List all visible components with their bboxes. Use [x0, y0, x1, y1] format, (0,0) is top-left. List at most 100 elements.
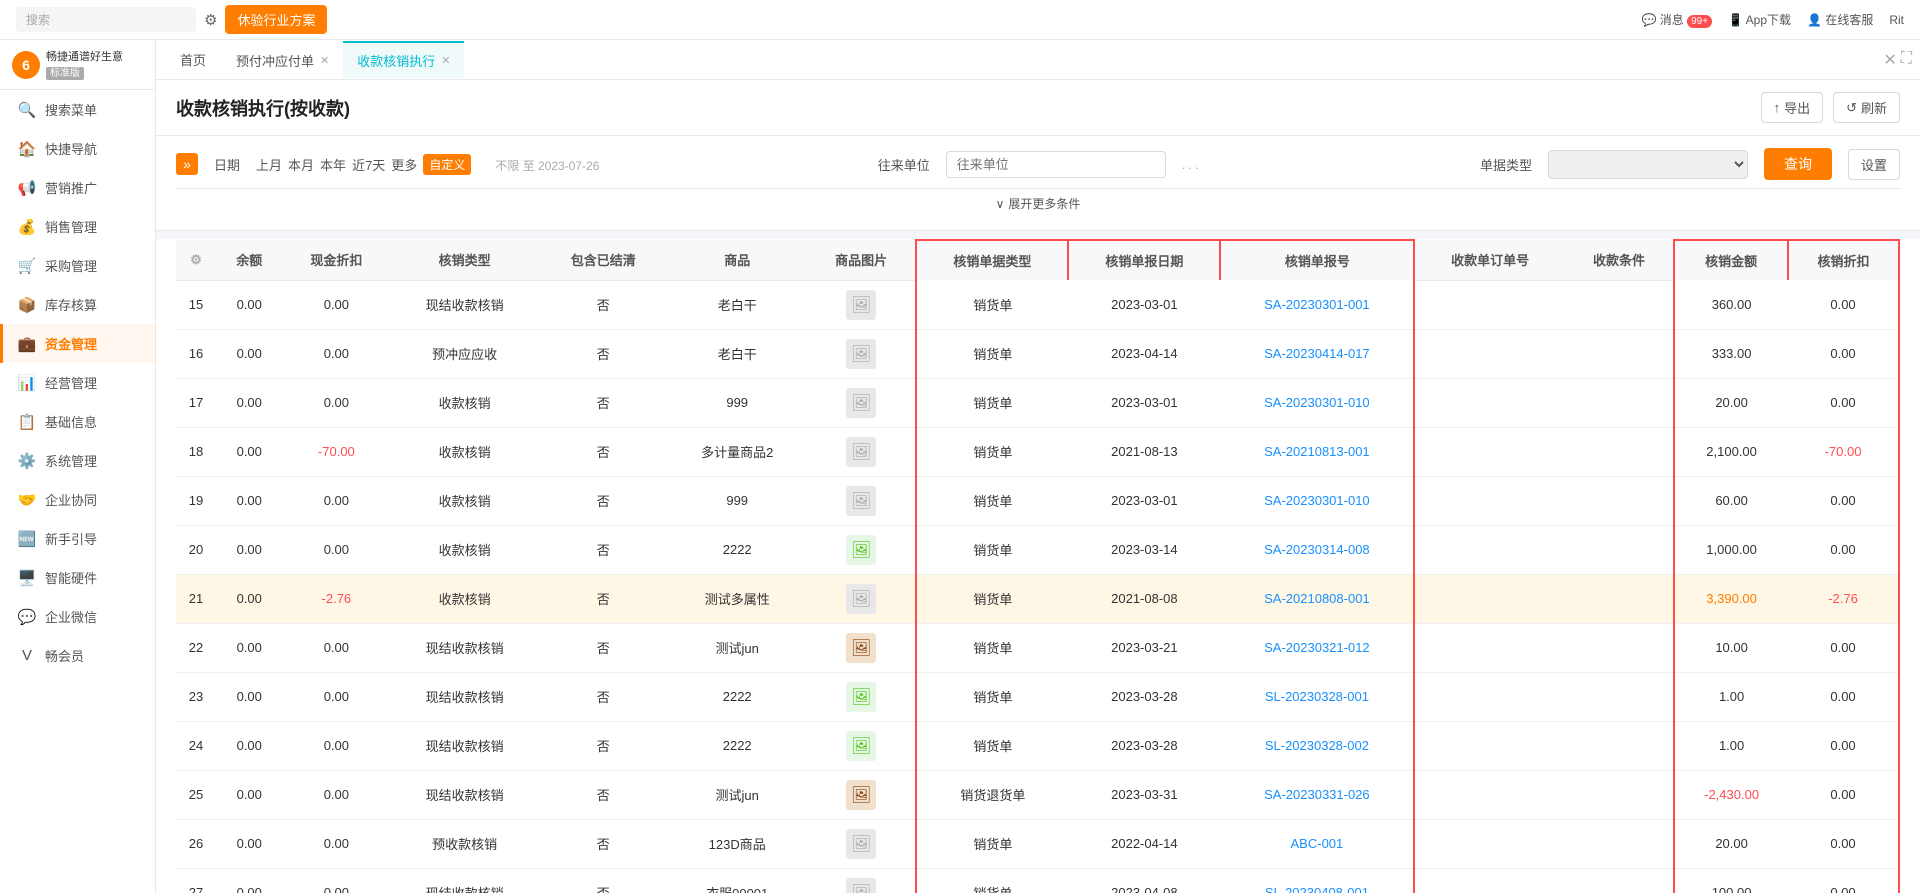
- query-button[interactable]: 查询: [1764, 148, 1832, 180]
- filter-expand-button[interactable]: »: [176, 153, 198, 175]
- notification-item[interactable]: 💬 消息 99+: [1641, 11, 1712, 28]
- date-opt-more[interactable]: 更多: [391, 155, 417, 174]
- row-verify-bill-no[interactable]: SL-20230328-002: [1220, 721, 1414, 770]
- table-row: 150.000.00现结收款核销否老白干🖼销货单2023-03-01SA-202…: [176, 280, 1899, 329]
- tab-close-all-icon[interactable]: ✕: [1883, 50, 1896, 70]
- bill-no-link[interactable]: SA-20210808-001: [1264, 591, 1370, 606]
- app-download-item[interactable]: 📱 App下载: [1728, 11, 1791, 28]
- notification-badge: 99+: [1687, 15, 1712, 28]
- date-opt-custom[interactable]: 自定义: [423, 154, 471, 175]
- purchase-icon: 🛒: [17, 257, 37, 275]
- settings-icon[interactable]: ⚙: [204, 11, 217, 29]
- sidebar-item-hardware[interactable]: 🖥️ 智能硬件: [0, 558, 155, 597]
- tab-verify-close[interactable]: ✕: [441, 54, 450, 67]
- row-cash-discount: 0.00: [283, 819, 391, 868]
- row-verify-bill-no[interactable]: SA-20230301-010: [1220, 476, 1414, 525]
- th-product-image: 商品图片: [807, 240, 916, 280]
- bill-no-link[interactable]: SA-20230301-010: [1264, 493, 1370, 508]
- refresh-button[interactable]: ↺ 刷新: [1833, 92, 1900, 123]
- expand-more-btn[interactable]: ∨ 展开更多条件: [176, 188, 1900, 218]
- row-verify-type: 收款核销: [390, 476, 539, 525]
- product-image-icon: 🖼: [846, 388, 876, 418]
- sidebar-item-inventory[interactable]: 📦 库存核算: [0, 285, 155, 324]
- sidebar-item-enterprise[interactable]: 🤝 企业协同: [0, 480, 155, 519]
- sidebar-item-wechat[interactable]: 💬 企业微信: [0, 597, 155, 636]
- sidebar-item-marketing[interactable]: 📢 营销推广: [0, 168, 155, 207]
- row-receipt-terms: [1565, 623, 1674, 672]
- product-image-icon: 🖼: [846, 437, 876, 467]
- sidebar-item-vip[interactable]: V 畅会员: [0, 636, 155, 675]
- online-service-item[interactable]: 👤 在线客服: [1807, 11, 1873, 28]
- sidebar-item-purchase[interactable]: 🛒 采购管理: [0, 246, 155, 285]
- bill-no-link[interactable]: SA-20230321-012: [1264, 640, 1370, 655]
- table-row: 240.000.00现结收款核销否2222🖼销货单2023-03-28SL-20…: [176, 721, 1899, 770]
- date-opt-this-year[interactable]: 本年: [320, 155, 346, 174]
- tab-bar-right: ✕ ⛶: [1883, 50, 1912, 70]
- row-receipt-order-no: [1414, 623, 1564, 672]
- bill-no-link[interactable]: SA-20230414-017: [1264, 346, 1370, 361]
- row-verify-bill-no[interactable]: SA-20230321-012: [1220, 623, 1414, 672]
- row-cash-discount: 0.00: [283, 721, 391, 770]
- search-box[interactable]: 搜索: [16, 7, 196, 32]
- industry-btn[interactable]: 休验行业方案: [225, 5, 327, 34]
- sidebar-item-search[interactable]: 🔍 搜索菜单: [0, 90, 155, 129]
- home-icon: 🏠: [17, 140, 37, 158]
- sidebar-item-shortcut[interactable]: 🏠 快捷导航: [0, 129, 155, 168]
- sidebar-item-sales[interactable]: 💰 销售管理: [0, 207, 155, 246]
- row-no: 21: [176, 574, 216, 623]
- date-opt-last-month[interactable]: 上月: [256, 155, 282, 174]
- row-verify-bill-no[interactable]: SA-20230301-010: [1220, 378, 1414, 427]
- from-unit-input[interactable]: [946, 151, 1166, 178]
- row-verify-bill-no[interactable]: SA-20230314-008: [1220, 525, 1414, 574]
- bill-no-link[interactable]: SA-20230331-026: [1264, 787, 1370, 802]
- row-balance: 0.00: [216, 280, 283, 329]
- table-row: 200.000.00收款核销否2222🖼销货单2023-03-14SA-2023…: [176, 525, 1899, 574]
- settings-button[interactable]: 设置: [1848, 149, 1900, 180]
- user-label: Rit: [1889, 13, 1904, 27]
- row-verify-bill-no[interactable]: SA-20210808-001: [1220, 574, 1414, 623]
- row-cash-discount: -70.00: [283, 427, 391, 476]
- bill-no-link[interactable]: SL-20230408-001: [1265, 885, 1369, 893]
- row-verify-bill-no[interactable]: ABC-001: [1220, 819, 1414, 868]
- row-product-image: 🖼: [807, 770, 916, 819]
- bill-no-link[interactable]: SA-20210813-001: [1264, 444, 1370, 459]
- row-verify-bill-type: 销货单: [916, 525, 1068, 574]
- row-verify-bill-no[interactable]: SL-20230328-001: [1220, 672, 1414, 721]
- row-verify-discount: 0.00: [1788, 525, 1899, 574]
- row-verify-bill-no[interactable]: SA-20230301-001: [1220, 280, 1414, 329]
- product-image-icon: 🖼: [846, 584, 876, 614]
- search-placeholder: 搜索: [26, 13, 50, 27]
- row-receipt-terms: [1565, 280, 1674, 329]
- row-verify-bill-no[interactable]: SA-20210813-001: [1220, 427, 1414, 476]
- sidebar-item-finance[interactable]: 💼 资金管理: [0, 324, 155, 363]
- sidebar-item-business[interactable]: 📊 经营管理: [0, 363, 155, 402]
- refresh-icon: ↺: [1846, 100, 1857, 116]
- row-verify-bill-no[interactable]: SA-20230414-017: [1220, 329, 1414, 378]
- bill-no-link[interactable]: SL-20230328-001: [1265, 689, 1369, 704]
- tab-prepay[interactable]: 预付冲应付单 ✕: [222, 41, 343, 78]
- bill-no-link[interactable]: SA-20230314-008: [1264, 542, 1370, 557]
- tab-prepay-close[interactable]: ✕: [320, 54, 329, 67]
- tab-restore-icon[interactable]: ⛶: [1901, 50, 1912, 70]
- sidebar-item-system[interactable]: ⚙️ 系统管理: [0, 441, 155, 480]
- row-verify-type: 收款核销: [390, 525, 539, 574]
- row-verify-bill-no[interactable]: SA-20230331-026: [1220, 770, 1414, 819]
- row-receipt-terms: [1565, 427, 1674, 476]
- bill-no-link[interactable]: SA-20230301-010: [1264, 395, 1370, 410]
- tab-verify[interactable]: 收款核销执行 ✕: [343, 41, 464, 78]
- bill-no-link[interactable]: ABC-001: [1291, 836, 1344, 851]
- bill-no-link[interactable]: SA-20230301-001: [1264, 297, 1370, 312]
- row-verify-type: 现结收款核销: [390, 868, 539, 893]
- row-verify-bill-no[interactable]: SL-20230408-001: [1220, 868, 1414, 893]
- bill-no-link[interactable]: SL-20230328-002: [1265, 738, 1369, 753]
- sidebar-item-basic[interactable]: 📋 基础信息: [0, 402, 155, 441]
- tab-home[interactable]: 首页: [164, 42, 222, 77]
- date-opt-this-month[interactable]: 本月: [288, 155, 314, 174]
- date-opt-7days[interactable]: 近7天: [352, 155, 385, 174]
- bill-type-select[interactable]: [1548, 150, 1748, 179]
- sidebar-item-guide[interactable]: 🆕 新手引导: [0, 519, 155, 558]
- export-button[interactable]: ↑ 导出: [1761, 92, 1824, 123]
- row-verify-bill-type: 销货单: [916, 868, 1068, 893]
- row-receipt-terms: [1565, 819, 1674, 868]
- th-gear[interactable]: ⚙: [176, 240, 216, 280]
